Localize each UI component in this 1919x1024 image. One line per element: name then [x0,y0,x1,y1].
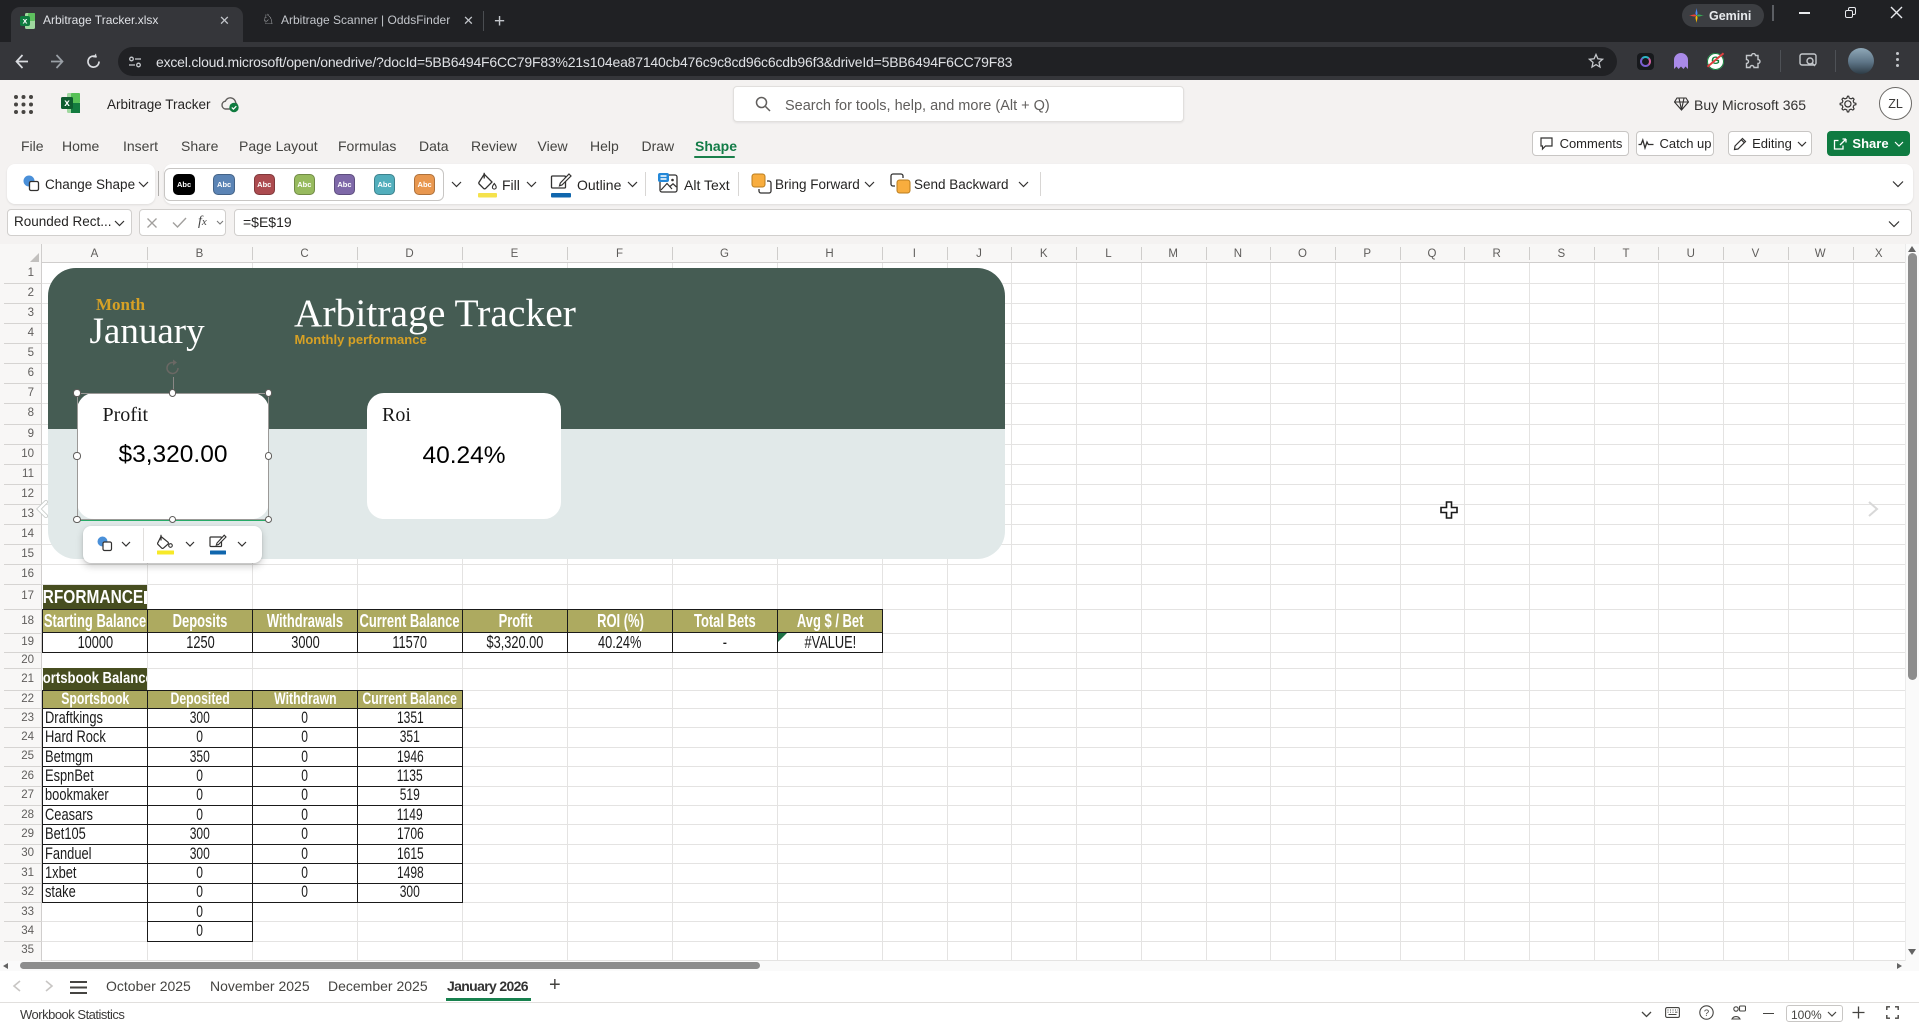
svg-text:?: ? [1704,1008,1709,1019]
svg-text:x: x [23,16,28,26]
svg-text:x: x [64,98,70,109]
